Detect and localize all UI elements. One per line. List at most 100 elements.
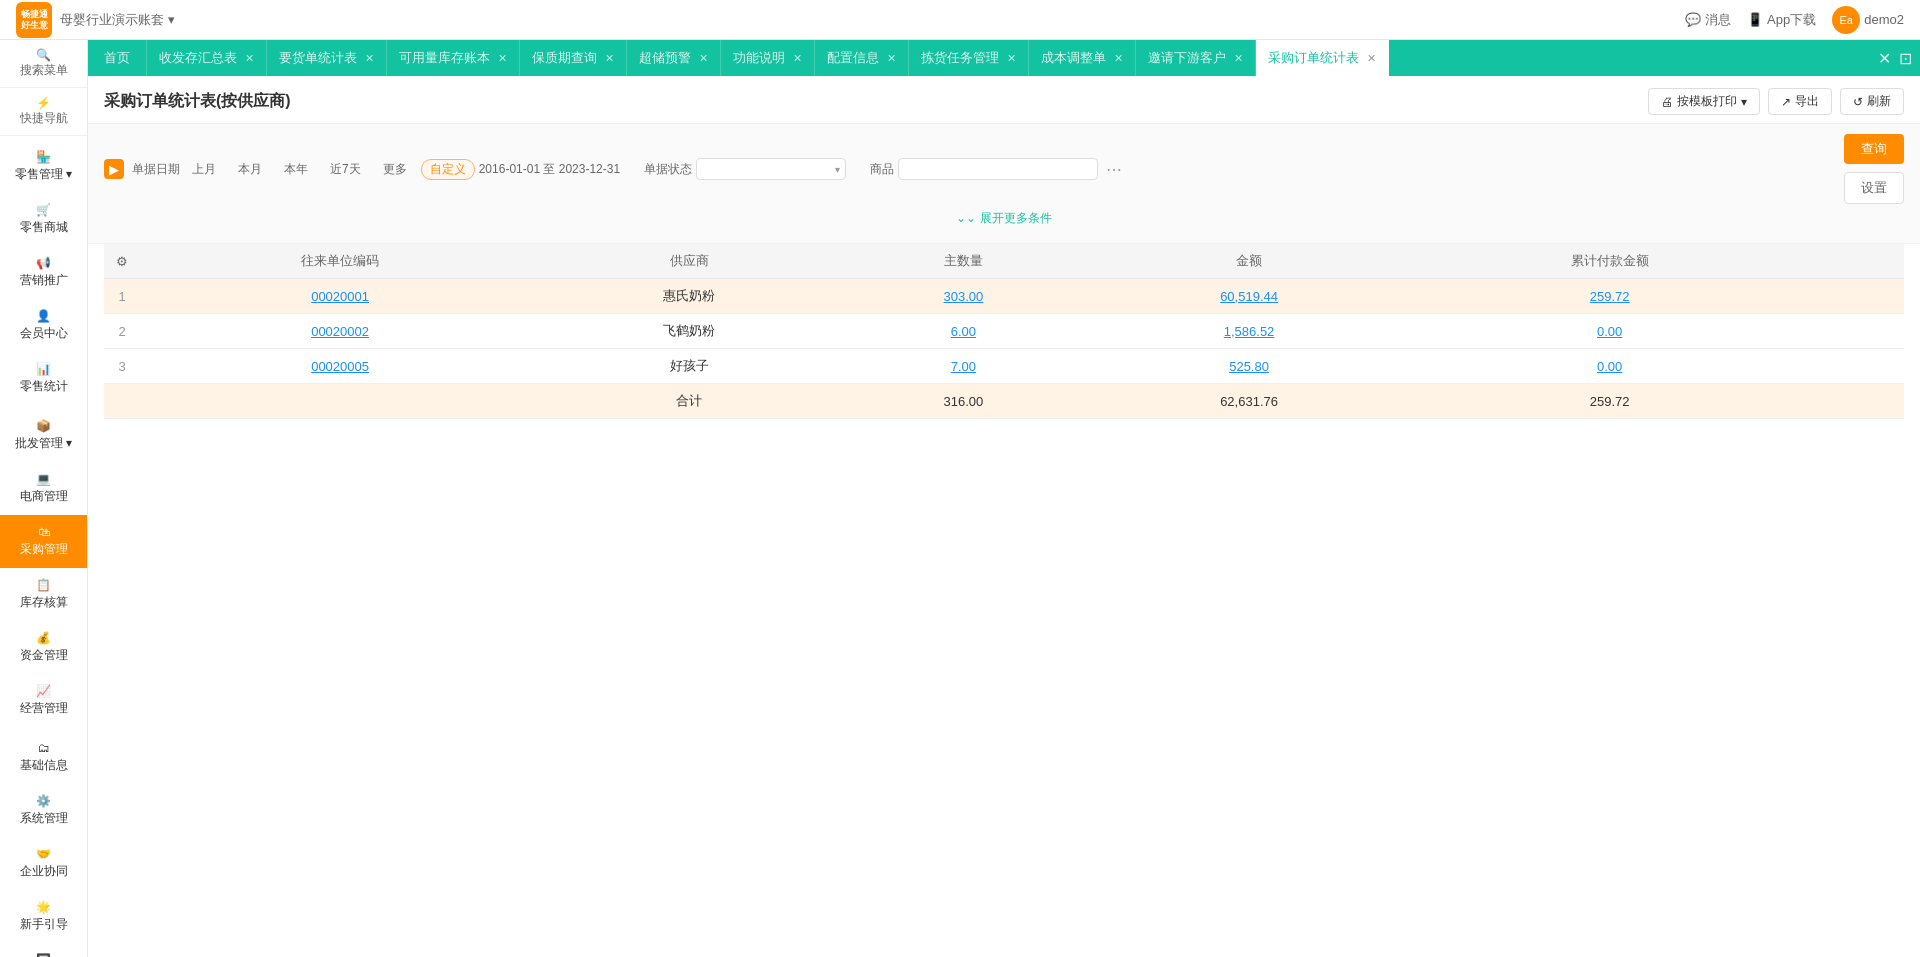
retail-mgmt-icon: 🏪 (36, 150, 51, 164)
expand-label: 展开更多条件 (980, 211, 1052, 225)
tab-inventory-book-label: 可用量库存账本 (399, 49, 490, 67)
tab-bar: 首页 收发存汇总表 ✕ 要货单统计表 ✕ 可用量库存账本 ✕ 保质期查询 ✕ 超… (88, 40, 1920, 76)
user-avatar[interactable]: Ea demo2 (1832, 6, 1904, 34)
tab-over-stock[interactable]: 超储预警 ✕ (627, 40, 721, 76)
sidebar-item-marketing[interactable]: 📢 营销推广 (0, 246, 87, 299)
collab-label: 企业协同 (20, 863, 68, 880)
sidebar-quick-nav[interactable]: ⚡ 快捷导航 (0, 88, 87, 136)
sidebar-item-finance[interactable]: 💰 资金管理 (0, 621, 87, 674)
row-code[interactable]: 00020001 (140, 279, 540, 314)
tab-expiry-query[interactable]: 保质期查询 ✕ (520, 40, 627, 76)
app-download-label: App下载 (1767, 11, 1816, 29)
tab-config-close[interactable]: ✕ (887, 52, 896, 65)
filter-expand: ⌄⌄ 展开更多条件 (104, 204, 1904, 233)
shortcut-7days[interactable]: 近7天 (322, 159, 369, 180)
status-label: 单据状态 (644, 161, 692, 178)
product-input[interactable] (898, 158, 1098, 180)
tab-maximize-icon[interactable]: ⊡ (1899, 49, 1912, 68)
table-row[interactable]: 3 00020005 好孩子 7.00 525.80 0.00 (104, 349, 1904, 384)
content-area: 首页 收发存汇总表 ✕ 要货单统计表 ✕ 可用量库存账本 ✕ 保质期查询 ✕ 超… (88, 40, 1920, 957)
tab-config[interactable]: 配置信息 ✕ (815, 40, 909, 76)
tab-pick-task[interactable]: 拣货任务管理 ✕ (909, 40, 1029, 76)
ecommerce-icon: 💻 (36, 472, 51, 486)
date-label: 单据日期 (132, 161, 180, 178)
shortcut-last-month[interactable]: 上月 (184, 159, 224, 180)
app-logo: 畅捷通好生意 (16, 2, 52, 38)
sidebar-item-purchase[interactable]: 🛍 采购管理 (0, 515, 87, 568)
data-table: ⚙ 往来单位编码 供应商 主数量 金额 累计付款金额 1 00020001 惠氏… (104, 244, 1904, 419)
tab-over-stock-close[interactable]: ✕ (699, 52, 708, 65)
sidebar-item-app-center[interactable]: 🔲 应用中心 (0, 943, 87, 957)
tab-order-stats[interactable]: 要货单统计表 ✕ (267, 40, 387, 76)
sidebar-item-system[interactable]: ⚙️ 系统管理 (0, 784, 87, 837)
sidebar-item-retail-mall[interactable]: 🛒 零售商城 (0, 193, 87, 246)
tab-close-all-icon[interactable]: ✕ (1878, 49, 1891, 68)
query-button[interactable]: 查询 (1844, 134, 1904, 164)
top-bar: 畅捷通好生意 母婴行业演示账套 ▾ 💬 消息 📱 App下载 Ea demo2 (0, 0, 1920, 40)
print-button[interactable]: 🖨 按模板打印 ▾ (1648, 88, 1760, 115)
row-amount: 525.80 (1089, 349, 1410, 384)
sidebar-item-newbie[interactable]: 🌟 新手引导 (0, 890, 87, 943)
member-icon: 👤 (36, 309, 51, 323)
marketing-label: 营销推广 (20, 272, 68, 289)
top-bar-left: 畅捷通好生意 母婴行业演示账套 ▾ (16, 2, 175, 38)
purchase-icon: 🛍 (38, 525, 50, 539)
page-header: 采购订单统计表(按供应商) 🖨 按模板打印 ▾ ↗ 导出 ↺ 刷新 (88, 76, 1920, 124)
sidebar-search[interactable]: 🔍 搜索菜单 (0, 40, 87, 88)
col-header-settings[interactable]: ⚙ (104, 244, 140, 279)
tab-func-desc[interactable]: 功能说明 ✕ (721, 40, 815, 76)
refresh-button[interactable]: ↺ 刷新 (1840, 88, 1904, 115)
sidebar-item-retail-stats[interactable]: 📊 零售统计 (0, 352, 87, 405)
tab-purchase-stats[interactable]: 采购订单统计表 ✕ (1256, 40, 1389, 76)
app-center-icon: 🔲 (36, 953, 51, 957)
sidebar-item-collab[interactable]: 🤝 企业协同 (0, 837, 87, 890)
expand-button[interactable]: ⌄⌄ 展开更多条件 (956, 210, 1051, 227)
product-more-icon[interactable]: ⋯ (1106, 160, 1122, 179)
status-select[interactable] (696, 158, 846, 180)
org-selector[interactable]: 母婴行业演示账套 ▾ (60, 11, 175, 29)
sidebar-item-wholesale[interactable]: 📦 批发管理 ▾ (0, 409, 87, 462)
row-code[interactable]: 00020002 (140, 314, 540, 349)
export-button[interactable]: ↗ 导出 (1768, 88, 1832, 115)
tab-invite-downstream-label: 邀请下游客户 (1148, 49, 1226, 67)
tab-invite-downstream-close[interactable]: ✕ (1234, 52, 1243, 65)
tab-purchase-stats-close[interactable]: ✕ (1367, 52, 1376, 65)
ecommerce-label: 电商管理 (20, 488, 68, 505)
message-action[interactable]: 💬 消息 (1685, 11, 1731, 29)
tab-home[interactable]: 首页 (88, 40, 147, 76)
summary-empty-1 (104, 384, 140, 419)
filter-toggle[interactable]: ▶ (104, 159, 124, 179)
table-row[interactable]: 1 00020001 惠氏奶粉 303.00 60,519.44 259.72 (104, 279, 1904, 314)
date-custom-badge[interactable]: 自定义 (421, 159, 475, 180)
tab-cost-adjust-close[interactable]: ✕ (1114, 52, 1123, 65)
row-code[interactable]: 00020005 (140, 349, 540, 384)
shortcut-this-month[interactable]: 本月 (230, 159, 270, 180)
table-row[interactable]: 2 00020002 飞鹤奶粉 6.00 1,586.52 0.00 (104, 314, 1904, 349)
tab-receive-send-close[interactable]: ✕ (245, 52, 254, 65)
tab-func-desc-close[interactable]: ✕ (793, 52, 802, 65)
sidebar-item-member[interactable]: 👤 会员中心 (0, 299, 87, 352)
page-actions: 🖨 按模板打印 ▾ ↗ 导出 ↺ 刷新 (1648, 88, 1904, 115)
refresh-label: 刷新 (1867, 93, 1891, 110)
shortcut-more[interactable]: 更多 (375, 159, 415, 180)
app-download-action[interactable]: 📱 App下载 (1747, 11, 1816, 29)
summary-amount: 62,631.76 (1089, 384, 1410, 419)
shortcut-this-year[interactable]: 本年 (276, 159, 316, 180)
sidebar-item-ecommerce[interactable]: 💻 电商管理 (0, 462, 87, 515)
sidebar-item-inventory[interactable]: 📋 库存核算 (0, 568, 87, 621)
tab-cost-adjust[interactable]: 成本调整单 ✕ (1029, 40, 1136, 76)
setting-button[interactable]: 设置 (1844, 172, 1904, 204)
tab-order-stats-close[interactable]: ✕ (365, 52, 374, 65)
tab-inventory-book-close[interactable]: ✕ (498, 52, 507, 65)
tab-inventory-book[interactable]: 可用量库存账本 ✕ (387, 40, 520, 76)
tab-pick-task-close[interactable]: ✕ (1007, 52, 1016, 65)
filter-dates: 上月 本月 本年 近7天 更多 自定义 (184, 159, 475, 180)
tab-receive-send[interactable]: 收发存汇总表 ✕ (147, 40, 267, 76)
sidebar-item-basic[interactable]: 🗂 基础信息 (0, 731, 87, 784)
tab-expiry-query-close[interactable]: ✕ (605, 52, 614, 65)
tab-invite-downstream[interactable]: 邀请下游客户 ✕ (1136, 40, 1256, 76)
sidebar-item-retail-mgmt[interactable]: 🏪 零售管理 ▾ (0, 140, 87, 193)
export-icon: ↗ (1781, 95, 1791, 109)
row-qty: 303.00 (838, 279, 1088, 314)
sidebar-item-ops[interactable]: 📈 经营管理 (0, 674, 87, 727)
